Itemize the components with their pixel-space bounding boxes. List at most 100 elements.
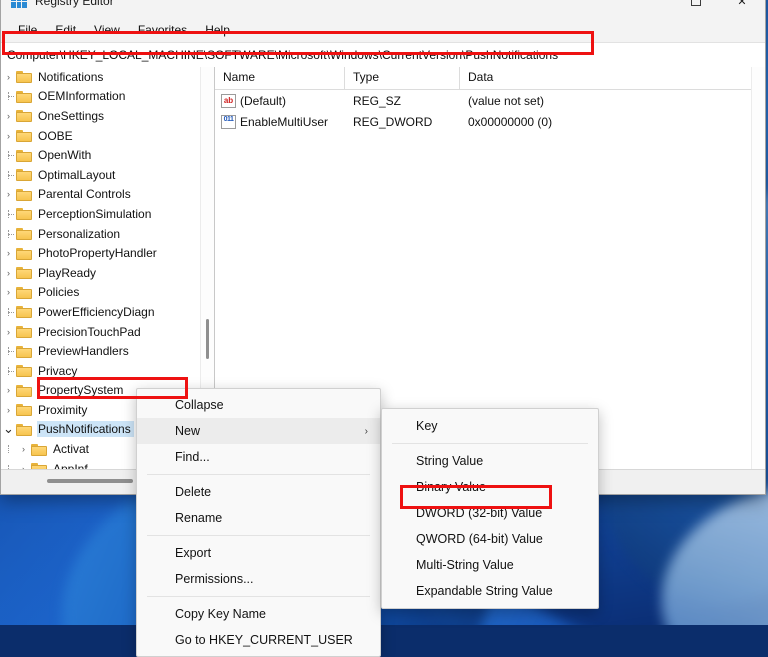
values-column-headers: Name Type Data bbox=[215, 67, 765, 90]
value-name: (Default) bbox=[240, 93, 287, 108]
column-header-data[interactable]: Data bbox=[460, 67, 755, 89]
menu-item-new[interactable]: New › bbox=[137, 418, 380, 444]
folder-icon bbox=[16, 384, 32, 397]
menu-item-label: Multi-String Value bbox=[416, 558, 514, 572]
tree-item-label: PowerEfficiencyDiagn bbox=[38, 304, 155, 319]
menu-separator bbox=[147, 535, 370, 536]
tree-item-label: AppInf bbox=[53, 461, 88, 469]
tree-scrollbar-thumb[interactable] bbox=[206, 319, 209, 359]
menu-item-copy-key-name[interactable]: Copy Key Name bbox=[137, 601, 380, 627]
chevron-right-icon[interactable]: › bbox=[1, 131, 16, 141]
tree-item[interactable]: OpenWith bbox=[1, 145, 214, 165]
menu-item-find[interactable]: Find... bbox=[137, 444, 380, 470]
chevron-right-icon[interactable]: › bbox=[1, 248, 16, 258]
chevron-right-icon[interactable]: › bbox=[1, 111, 16, 121]
menu-item-delete[interactable]: Delete bbox=[137, 479, 380, 505]
folder-icon bbox=[16, 227, 32, 241]
tree-item-label: OpenWith bbox=[38, 148, 92, 163]
tree-item-label: Notifications bbox=[38, 69, 104, 84]
menu-item-dword-32-bit-value[interactable]: DWORD (32-bit) Value bbox=[382, 500, 598, 526]
menu-item-string-value[interactable]: String Value bbox=[382, 448, 598, 474]
tree-item[interactable]: OptimalLayout bbox=[1, 165, 214, 185]
tree-item-label: PushNotifications bbox=[37, 421, 134, 438]
menu-item-collapse[interactable]: Collapse bbox=[137, 392, 380, 418]
tree-item[interactable]: PowerEfficiencyDiagn bbox=[1, 302, 214, 322]
tree-item[interactable]: › OneSettings bbox=[1, 106, 214, 126]
tree-item[interactable]: › PhotoPropertyHandler bbox=[1, 243, 214, 263]
chevron-right-icon[interactable]: › bbox=[1, 268, 16, 278]
folder-icon bbox=[16, 305, 32, 319]
tree-item-label: Personalization bbox=[38, 226, 121, 241]
tree-item[interactable]: Privacy bbox=[1, 361, 214, 381]
values-list[interactable]: ab (Default) REG_SZ (value not set) 011 Enabl… bbox=[215, 90, 765, 132]
address-path-input[interactable]: Computer\HKEY_LOCAL_MACHINE\SOFTWARE\Mic… bbox=[1, 42, 765, 68]
chevron-right-icon: › bbox=[364, 425, 368, 437]
menu-item-binary-value[interactable]: Binary Value bbox=[382, 474, 598, 500]
menu-item-label: Binary Value bbox=[416, 480, 486, 494]
menu-item-key[interactable]: Key bbox=[382, 413, 598, 439]
maximize-button[interactable] bbox=[673, 0, 719, 17]
chevron-right-icon[interactable]: › bbox=[1, 287, 16, 297]
menu-item-label: New bbox=[175, 424, 201, 438]
value-type: REG_DWORD bbox=[353, 114, 433, 129]
menu-item-export[interactable]: Export bbox=[137, 540, 380, 566]
chevron-right-icon[interactable]: › bbox=[16, 444, 31, 454]
string-value-icon: ab bbox=[221, 93, 236, 108]
folder-icon bbox=[16, 364, 32, 378]
value-data: 0x00000000 (0) bbox=[468, 114, 553, 129]
tree-item-label: Activat bbox=[53, 442, 90, 457]
chevron-right-icon[interactable]: › bbox=[1, 189, 16, 199]
tree-item[interactable]: PreviewHandlers bbox=[1, 341, 214, 361]
tree-item-label: Proximity bbox=[38, 402, 88, 417]
menu-item-go-to-hkey-current-user[interactable]: Go to HKEY_CURRENT_USER bbox=[137, 627, 380, 653]
folder-icon bbox=[16, 168, 32, 182]
folder-icon bbox=[16, 286, 32, 299]
minimize-button[interactable] bbox=[627, 0, 673, 17]
chevron-right-icon[interactable]: › bbox=[1, 327, 16, 337]
menu-item-rename[interactable]: Rename bbox=[137, 505, 380, 531]
folder-icon bbox=[16, 129, 32, 143]
tree-item[interactable]: › PrecisionTouchPad bbox=[1, 322, 214, 342]
value-row[interactable]: 011 EnableMultiUser REG_DWORD 0x00000000 (0… bbox=[215, 111, 765, 132]
horizontal-scrollbar-thumb[interactable] bbox=[47, 479, 133, 483]
menu-item-label: Collapse bbox=[175, 398, 224, 412]
menu-item-multi-string-value[interactable]: Multi-String Value bbox=[382, 552, 598, 578]
menu-item-label: Go to HKEY_CURRENT_USER bbox=[175, 633, 353, 647]
folder-icon bbox=[16, 423, 32, 436]
tree-item[interactable]: › PlayReady bbox=[1, 263, 214, 283]
tree-item[interactable]: › OOBE bbox=[1, 126, 214, 146]
chevron-right-icon[interactable]: › bbox=[1, 405, 16, 415]
menu-item-qword-64-bit-value[interactable]: QWORD (64-bit) Value bbox=[382, 526, 598, 552]
tree-item[interactable]: › Policies bbox=[1, 283, 214, 303]
menu-file[interactable]: File bbox=[9, 20, 46, 40]
close-button[interactable]: ✕ bbox=[719, 0, 765, 17]
tree-item[interactable]: Personalization bbox=[1, 224, 214, 244]
chevron-right-icon[interactable]: › bbox=[1, 385, 16, 395]
tree-item[interactable]: › Parental Controls bbox=[1, 185, 214, 205]
dword-value-icon: 011 bbox=[221, 114, 236, 129]
column-header-name[interactable]: Name bbox=[215, 67, 345, 89]
menu-favorites[interactable]: Favorites bbox=[129, 20, 196, 40]
key-context-menu[interactable]: Collapse New › Find... Delete Rename Export Per… bbox=[136, 388, 381, 657]
menu-view[interactable]: View bbox=[85, 20, 129, 40]
menu-item-expandable-string-value[interactable]: Expandable String Value bbox=[382, 578, 598, 604]
menu-edit[interactable]: Edit bbox=[46, 20, 85, 40]
folder-icon bbox=[16, 403, 32, 417]
menu-item-permissions[interactable]: Permissions... bbox=[137, 566, 380, 592]
chevron-down-icon[interactable]: ⌄ bbox=[1, 422, 16, 435]
chevron-right-icon[interactable]: › bbox=[1, 72, 16, 82]
tree-item[interactable]: PerceptionSimulation bbox=[1, 204, 214, 224]
menu-help[interactable]: Help bbox=[196, 20, 239, 40]
tree-item-label: OEMInformation bbox=[38, 89, 126, 104]
tree-item[interactable]: OEMInformation bbox=[1, 87, 214, 107]
folder-icon bbox=[16, 188, 32, 201]
menu-item-label: Rename bbox=[175, 511, 223, 525]
values-vertical-scrollbar[interactable] bbox=[751, 67, 765, 469]
window-controls: ✕ bbox=[627, 0, 765, 17]
menu-bar: File Edit View Favorites Help bbox=[1, 17, 765, 42]
value-row[interactable]: ab (Default) REG_SZ (value not set) bbox=[215, 90, 765, 111]
column-header-type[interactable]: Type bbox=[345, 67, 460, 89]
new-submenu[interactable]: Key String Value Binary Value DWORD (32-bit… bbox=[381, 408, 599, 609]
menu-item-label: DWORD (32-bit) Value bbox=[416, 506, 543, 520]
tree-item[interactable]: › Notifications bbox=[1, 67, 214, 87]
